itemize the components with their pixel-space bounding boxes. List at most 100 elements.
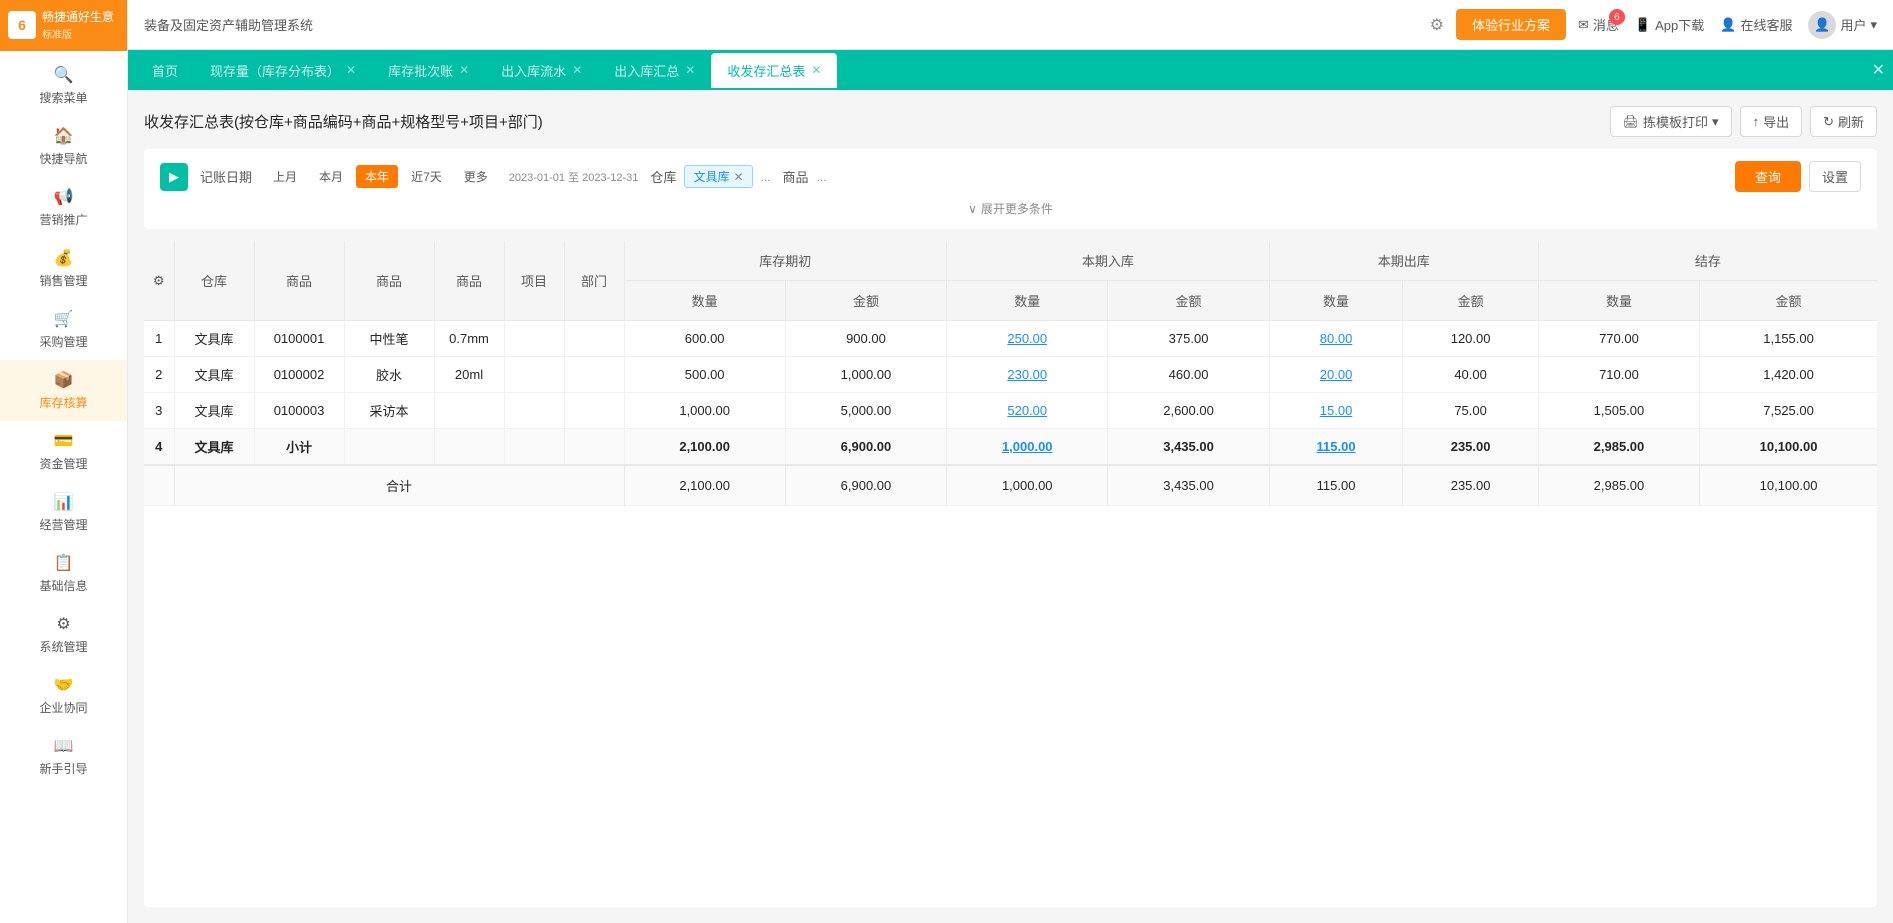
template-print-button[interactable]: 🖨 拣模板打印 ▾: [1610, 106, 1732, 137]
expand-icon: ▶: [169, 169, 179, 185]
sidebar-item-quick-nav[interactable]: 🏠 快捷导航: [0, 116, 127, 177]
tab-close-icon[interactable]: ✕: [572, 63, 582, 77]
col-group-closing: 结存: [1538, 241, 1877, 281]
cell-department: [564, 393, 624, 429]
col-in-amt: 金额: [1108, 281, 1269, 321]
tab-in-out-summary-label: 出入库汇总: [614, 61, 679, 80]
cell-index: 1: [144, 321, 174, 357]
tab-in-out-summary[interactable]: 出入库汇总 ✕: [598, 53, 711, 88]
cell-project: [504, 393, 564, 429]
tab-inventory-dist-label: 现存量（库存分布表）: [210, 61, 340, 80]
trial-button[interactable]: 体验行业方案: [1456, 9, 1566, 40]
tab-home[interactable]: 首页: [136, 53, 194, 88]
cell-opening-amt: 5,000.00: [785, 393, 946, 429]
subtotal-warehouse: 文具库: [174, 429, 254, 466]
tab-close-icon[interactable]: ✕: [346, 63, 356, 77]
cell-out-amt: 75.00: [1403, 393, 1538, 429]
date-options: 上月 本月 本年 近7天 更多: [264, 165, 497, 188]
expand-more-icon: ∨: [968, 202, 977, 216]
system-name: 装备及固定资产辅助管理系统: [144, 15, 1418, 34]
date-btn-more[interactable]: 更多: [455, 165, 497, 188]
sidebar-item-label: 企业协同: [39, 699, 87, 716]
product-more-button[interactable]: ...: [817, 170, 827, 184]
expand-more-button[interactable]: ∨ 展开更多条件: [160, 200, 1861, 217]
sidebar-item-operations[interactable]: 📊 经营管理: [0, 482, 127, 543]
messages-badge: 6: [1609, 9, 1625, 25]
cell-project: [504, 321, 564, 357]
sidebar-logo: 6 畅捷通好生意 标准版: [0, 0, 127, 51]
col-settings[interactable]: ⚙: [144, 241, 174, 321]
col-product-code: 商品: [254, 241, 344, 321]
query-button[interactable]: 查询: [1735, 161, 1801, 192]
filter-expand-button[interactable]: ▶: [160, 163, 188, 191]
cell-in-qty[interactable]: 230.00: [947, 357, 1108, 393]
cell-opening-amt: 1,000.00: [785, 357, 946, 393]
user-dropdown-icon: ▾: [1870, 17, 1877, 33]
tab-in-out-flow[interactable]: 出入库流水 ✕: [485, 53, 598, 88]
sidebar-item-guide[interactable]: 📖 新手引导: [0, 726, 127, 787]
sidebar-item-enterprise[interactable]: 🤝 企业协同: [0, 665, 127, 726]
total-closing-amt: 10,100.00: [1700, 465, 1877, 506]
cell-out-qty[interactable]: 80.00: [1269, 321, 1403, 357]
col-group-opening: 库存期初: [624, 241, 947, 281]
warehouse-tag-close-icon[interactable]: ✕: [733, 170, 743, 184]
date-btn-this-year[interactable]: 本年: [356, 165, 398, 188]
sidebar-item-search[interactable]: 🔍 搜索菜单: [0, 55, 127, 116]
cell-out-qty[interactable]: 15.00: [1269, 393, 1403, 429]
sidebar-item-inventory[interactable]: 📦 库存核算: [0, 360, 127, 421]
filter-settings-button[interactable]: 设置: [1809, 161, 1861, 192]
warehouse-filter: 仓库 文具库 ✕ ...: [650, 165, 770, 188]
main-area: 装备及固定资产辅助管理系统 ⚙ 体验行业方案 ✉ 消息 6 📱 App下载 👤 …: [128, 0, 1893, 923]
cell-department: [564, 357, 624, 393]
settings-icon[interactable]: ⚙: [1430, 15, 1444, 35]
subtotal-out-qty[interactable]: 115.00: [1269, 429, 1403, 466]
col-opening-qty: 数量: [624, 281, 785, 321]
col-closing-qty: 数量: [1538, 281, 1699, 321]
refresh-button[interactable]: ↻ 刷新: [1810, 106, 1877, 137]
tab-batch-account[interactable]: 库存批次账 ✕: [372, 53, 485, 88]
cell-in-qty[interactable]: 250.00: [947, 321, 1108, 357]
close-all-tabs-icon[interactable]: ✕: [1872, 60, 1885, 80]
table-body: 1 文具库 0100001 中性笔 0.7mm 600.00 900.00 25…: [144, 321, 1877, 466]
table-header-group-row: ⚙ 仓库 商品 商品 商品 项目 部门 库存期初 本期入库 本期出库 结存: [144, 241, 1877, 281]
refresh-icon: ↻: [1823, 114, 1834, 130]
table-row: 2 文具库 0100002 胶水 20ml 500.00 1,000.00 23…: [144, 357, 1877, 393]
search-icon: 🔍: [54, 65, 74, 85]
cell-out-qty[interactable]: 20.00: [1269, 357, 1403, 393]
sidebar-item-marketing[interactable]: 📢 营销推广: [0, 177, 127, 238]
total-in-amt: 3,435.00: [1108, 465, 1269, 506]
warehouse-tag-text: 文具库: [693, 168, 729, 185]
avatar: 👤: [1808, 11, 1836, 39]
export-button[interactable]: ↑ 导出: [1740, 106, 1803, 137]
subtotal-in-qty[interactable]: 1,000.00: [947, 429, 1108, 466]
messages-button[interactable]: ✉ 消息 6: [1578, 15, 1619, 34]
sidebar-item-sales[interactable]: 💰 销售管理: [0, 238, 127, 299]
sidebar-item-purchase[interactable]: 🛒 采购管理: [0, 299, 127, 360]
date-btn-7days[interactable]: 近7天: [402, 165, 451, 188]
tab-close-icon[interactable]: ✕: [685, 63, 695, 77]
date-btn-this-month[interactable]: 本月: [310, 165, 352, 188]
sidebar-item-system[interactable]: ⚙ 系统管理: [0, 604, 127, 665]
cell-in-qty[interactable]: 520.00: [947, 393, 1108, 429]
date-btn-last-month[interactable]: 上月: [264, 165, 306, 188]
tab-inventory-dist[interactable]: 现存量（库存分布表） ✕: [194, 53, 372, 88]
cell-project: [504, 357, 564, 393]
online-service-button[interactable]: 👤 在线客服: [1720, 15, 1792, 34]
sidebar-item-basic-info[interactable]: 📋 基础信息: [0, 543, 127, 604]
subtotal-empty2: [434, 429, 504, 466]
sidebar-item-label: 基础信息: [39, 577, 87, 594]
sales-icon: 💰: [54, 248, 74, 268]
user-button[interactable]: 👤 用户 ▾: [1808, 11, 1877, 39]
total-out-amt: 235.00: [1403, 465, 1538, 506]
tab-recv-send-summary[interactable]: 收发存汇总表 ✕: [711, 53, 837, 88]
tab-close-icon[interactable]: ✕: [459, 63, 469, 77]
warehouse-more-button[interactable]: ...: [761, 170, 771, 184]
tab-close-active-icon[interactable]: ✕: [811, 63, 821, 77]
topbar-actions: ✉ 消息 6 📱 App下载 👤 在线客服 👤 用户 ▾: [1578, 11, 1877, 39]
total-label: 合计: [174, 465, 624, 506]
table-row: 1 文具库 0100001 中性笔 0.7mm 600.00 900.00 25…: [144, 321, 1877, 357]
cell-closing-amt: 1,155.00: [1700, 321, 1877, 357]
sidebar-item-finance[interactable]: 💳 资金管理: [0, 421, 127, 482]
app-download-button[interactable]: 📱 App下载: [1635, 15, 1704, 34]
subtotal-opening-qty: 2,100.00: [624, 429, 785, 466]
